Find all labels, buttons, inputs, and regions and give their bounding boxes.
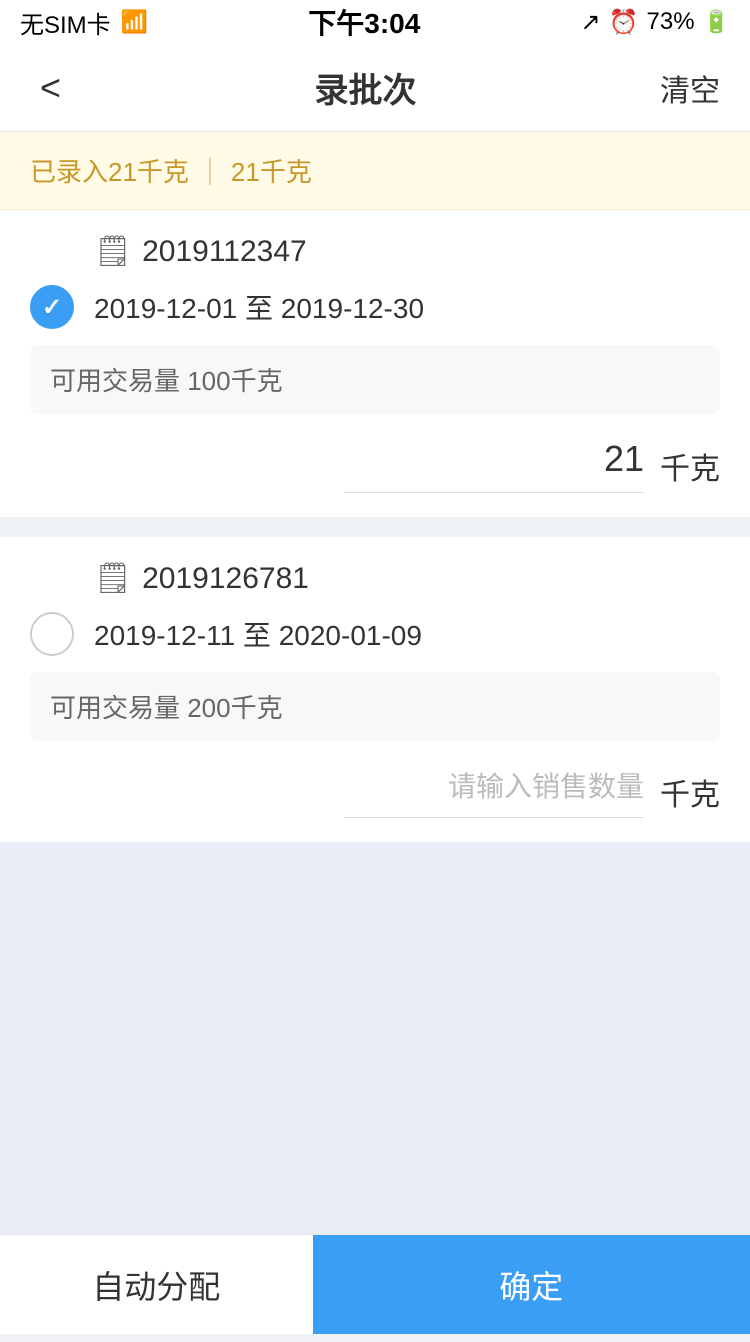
quantity-input-wrapper-1[interactable]: 21 [344,438,644,493]
batch-id-1: 2019112347 [142,235,307,269]
clear-button[interactable]: 清空 [660,66,720,110]
summary-divider [209,157,211,185]
battery-icon [703,8,730,36]
quantity-placeholder-2: 请输入销售数量 [448,765,644,805]
location-icon: ↗ [581,8,601,37]
quantity-row-2: 请输入销售数量 千克 [0,741,750,818]
batch-date-row-2[interactable]: 2019-12-11 至 2020-01-09 [30,612,720,656]
document-icon-2: 🗒 [94,561,132,596]
auto-distribute-button[interactable]: 自动分配 [0,1235,313,1334]
summary-banner: 已录入21千克 21千克 [0,132,750,210]
status-left: 无SIM卡 [20,5,148,40]
batch-id-2: 2019126781 [142,562,309,596]
batch-item-2: 🗒 2019126781 2019-12-11 至 2020-01-09 [0,537,750,656]
batch-available-2: 可用交易量 200千克 [30,672,720,741]
radio-button-1[interactable] [30,285,74,329]
nav-bar: < 录批次 清空 [0,44,750,132]
status-time: 下午3:04 [308,2,420,42]
batch-card-1: 🗒 2019112347 2019-12-01 至 2019-12-30 可用交… [0,210,750,517]
quantity-value-1[interactable]: 21 [564,438,644,480]
card-bottom-spacing-1 [0,493,750,517]
signal-label: 无SIM卡 [20,5,111,40]
back-button[interactable]: < [30,57,71,119]
quantity-input-wrapper-2[interactable]: 请输入销售数量 [344,765,644,818]
bottom-bar: 自动分配 确定 [0,1234,750,1334]
page-title: 录批次 [315,63,417,112]
batch-card-2: 🗒 2019126781 2019-12-11 至 2020-01-09 可用交… [0,537,750,842]
battery-label: 73% [647,8,695,36]
section-divider [0,517,750,537]
total-label: 21千克 [231,152,312,189]
batch-date-1: 2019-12-01 至 2019-12-30 [94,287,424,327]
recorded-label: 已录入21千克 [30,152,189,189]
batch-date-row-1[interactable]: 2019-12-01 至 2019-12-30 [30,285,720,329]
batch-date-2: 2019-12-11 至 2020-01-09 [94,614,422,654]
empty-area [0,842,750,1242]
batch-id-row-2: 🗒 2019126781 [94,561,720,596]
wifi-icon [121,8,148,36]
quantity-unit-1: 千克 [660,444,720,488]
batch-item-1: 🗒 2019112347 2019-12-01 至 2019-12-30 [0,210,750,329]
confirm-button[interactable]: 确定 [313,1235,750,1334]
alarm-icon: ⏰ [609,8,639,37]
card-bottom-spacing-2 [0,818,750,842]
batch-id-row-1: 🗒 2019112347 [94,234,720,269]
batch-available-1: 可用交易量 100千克 [30,345,720,414]
radio-button-2[interactable] [30,612,74,656]
status-right: ↗ ⏰ 73% [581,8,730,37]
quantity-row-1: 21 千克 [0,414,750,493]
quantity-unit-2: 千克 [660,770,720,814]
status-bar: 无SIM卡 下午3:04 ↗ ⏰ 73% [0,0,750,44]
document-icon-1: 🗒 [94,234,132,269]
